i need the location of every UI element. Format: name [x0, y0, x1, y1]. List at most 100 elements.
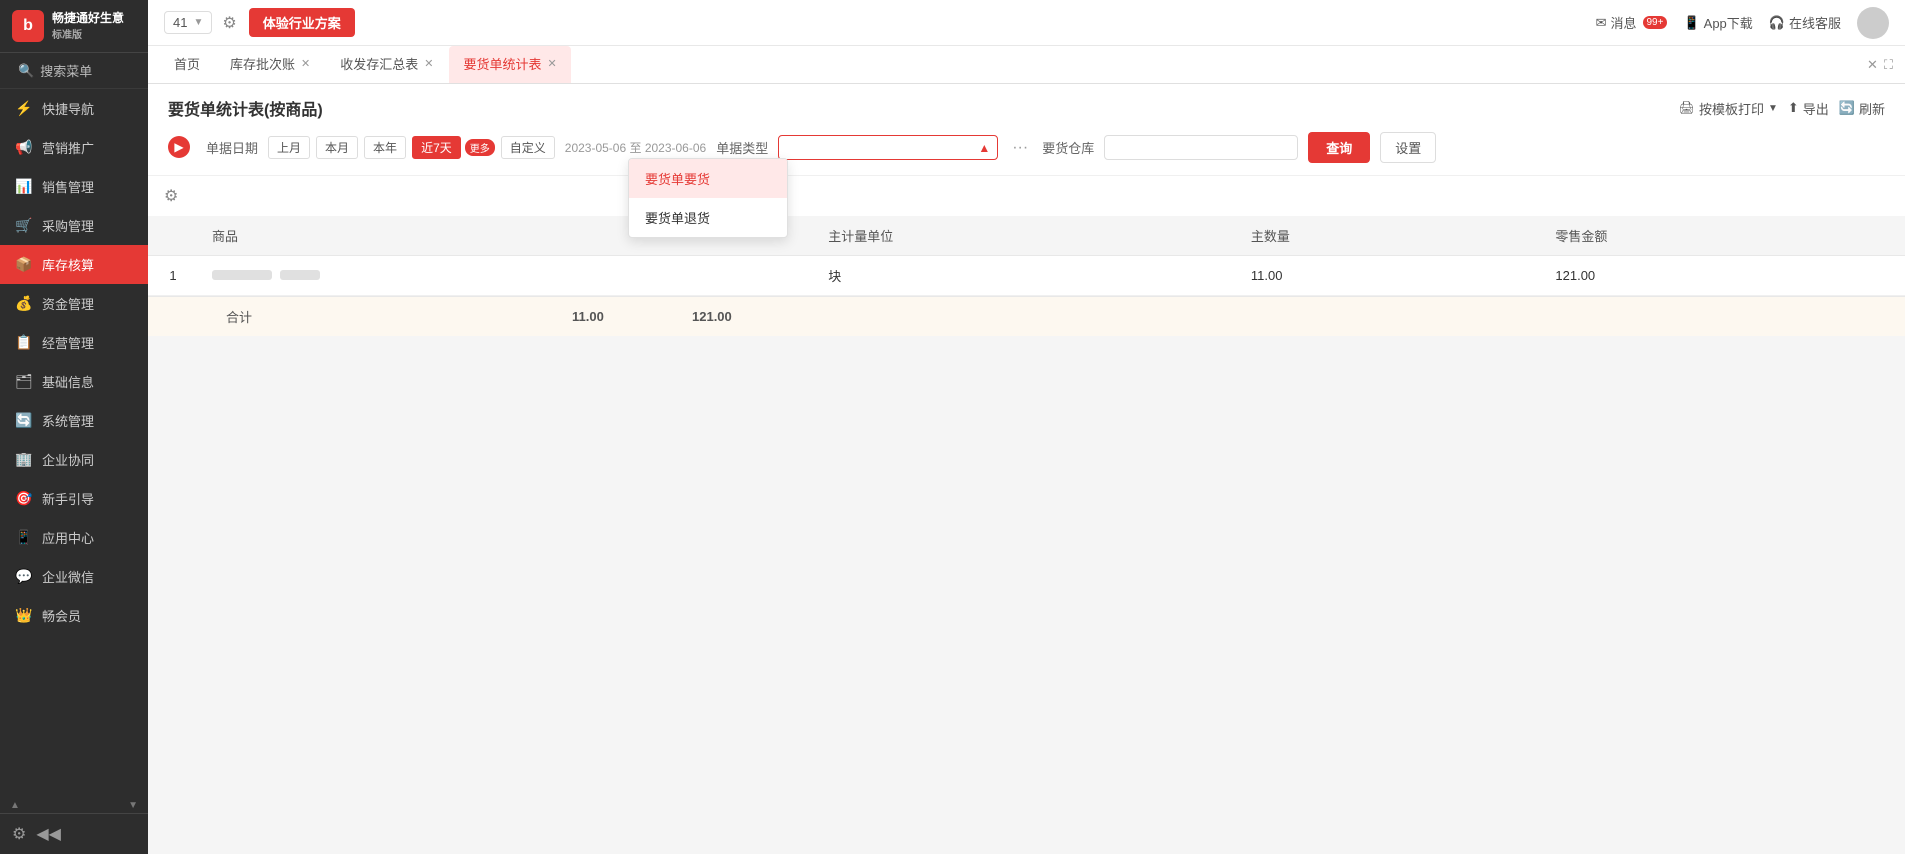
tab-home[interactable]: 首页 — [160, 46, 214, 83]
sidebar-item-enterprise[interactable]: 🏢 企业协同 — [0, 440, 148, 479]
sidebar-item-purchase[interactable]: 🛒 采购管理 — [0, 206, 148, 245]
refresh-btn[interactable]: 🔄 刷新 — [1839, 99, 1885, 118]
doc-type-input[interactable] — [778, 135, 998, 160]
enterprise-icon: 🏢 — [14, 451, 34, 468]
export-btn[interactable]: ⬆ 导出 — [1788, 99, 1829, 118]
page-actions: 🖨 按模板打印 ▼ ⬆ 导出 🔄 刷新 — [1678, 99, 1885, 118]
date-range-display: 2023-05-06 至 2023-06-06 — [565, 139, 706, 156]
sidebar-item-marketing[interactable]: 📢 营销推广 — [0, 128, 148, 167]
sidebar-item-vip[interactable]: 👑 畅会员 — [0, 596, 148, 635]
filter-toggle-btn[interactable]: ▶ — [168, 136, 190, 158]
topbar-settings-icon[interactable]: ⚙ — [222, 13, 236, 33]
finance-icon: 💰 — [14, 295, 34, 312]
sales-icon: 📊 — [14, 178, 34, 195]
data-table: 商品 主计量单位 主数量 零售金额 1 块 11.00 — [148, 216, 1905, 296]
user-avatar[interactable] — [1857, 7, 1889, 39]
sidebar-collapse-icon[interactable]: ◀◀ — [36, 824, 61, 844]
date-this-month[interactable]: 本月 — [316, 136, 358, 159]
tab-order-stats-close[interactable]: ✕ — [548, 57, 557, 70]
app-download-btn[interactable]: 📱 App下载 — [1683, 13, 1752, 32]
date-last-7-days[interactable]: 近7天 — [412, 136, 461, 159]
cell-quantity: 11.00 — [1237, 256, 1542, 296]
cell-sale-amount: 121.00 — [1541, 256, 1905, 296]
tab-home-label: 首页 — [174, 54, 200, 73]
tab-order-stats[interactable]: 要货单统计表 ✕ — [449, 46, 570, 83]
footer-sale-amount: 121.00 — [692, 309, 812, 324]
topbar: 41 ▼ ⚙ 体验行业方案 ✉ 消息 99+ 📱 App下载 🎧 在线客服 — [148, 0, 1905, 46]
settings-button[interactable]: 设置 — [1380, 132, 1436, 163]
template-print-label: 按模板打印 — [1699, 99, 1764, 118]
cell-index: 1 — [148, 256, 198, 296]
search-icon: 🔍 — [18, 63, 34, 79]
filter-area: ▶ 单据日期 上月 本月 本年 近7天 更多 自定义 2023-05-06 至 — [148, 120, 1905, 176]
tab-batch-stock[interactable]: 库存批次账 ✕ — [216, 46, 324, 83]
date-label: 单据日期 — [206, 138, 258, 157]
tab-batch-stock-label: 库存批次账 — [230, 54, 295, 73]
tab-collect-summary[interactable]: 收发存汇总表 ✕ — [326, 46, 447, 83]
messages-btn[interactable]: ✉ 消息 99+ — [1596, 13, 1668, 32]
store-name: 41 — [173, 15, 187, 30]
online-service-btn[interactable]: 🎧 在线客服 — [1769, 13, 1841, 32]
tabs-close-all-icon[interactable]: ✕ — [1867, 57, 1878, 73]
filter-more-btn[interactable]: ··· — [1008, 139, 1032, 157]
column-settings-icon[interactable]: ⚙ — [164, 186, 178, 206]
footer-quantity: 11.00 — [572, 309, 692, 324]
online-service-label: 在线客服 — [1789, 13, 1841, 32]
topbar-right: ✉ 消息 99+ 📱 App下载 🎧 在线客服 — [1596, 7, 1889, 39]
cell-unit: 块 — [814, 256, 1237, 296]
template-print-btn[interactable]: 🖨 按模板打印 ▼ — [1678, 99, 1777, 118]
col-header-sale-amount: 零售金额 — [1541, 216, 1905, 256]
table-footer: 合计 11.00 121.00 — [148, 296, 1905, 336]
dropdown-item-order-return[interactable]: 要货单退货 — [629, 198, 787, 237]
date-last-month[interactable]: 上月 — [268, 136, 310, 159]
tabs-bar: 首页 库存批次账 ✕ 收发存汇总表 ✕ 要货单统计表 ✕ ✕ ⛶ — [148, 46, 1905, 84]
sidebar-item-label: 新手引导 — [42, 489, 134, 508]
sidebar-scroll-up[interactable]: ▲ — [8, 798, 22, 813]
sidebar-scroll-down[interactable]: ▼ — [126, 798, 140, 813]
tab-collect-summary-close[interactable]: ✕ — [424, 57, 433, 70]
dropdown-item-order-goods[interactable]: 要货单要货 — [629, 159, 787, 198]
sidebar-item-label: 采购管理 — [42, 216, 134, 235]
sidebar-item-label: 快捷导航 — [42, 99, 134, 118]
sidebar-item-system[interactable]: 🔄 系统管理 — [0, 401, 148, 440]
date-custom[interactable]: 自定义 — [501, 136, 555, 159]
page-title: 要货单统计表(按商品) — [168, 96, 323, 120]
tabs-expand-icon[interactable]: ⛶ — [1884, 57, 1893, 73]
trial-button[interactable]: 体验行业方案 — [249, 8, 355, 37]
sidebar-item-label: 销售管理 — [42, 177, 134, 196]
tab-order-stats-label: 要货单统计表 — [463, 54, 541, 73]
sidebar-footer: ⚙ ◀◀ — [0, 813, 148, 854]
search-menu[interactable]: 🔍 搜索菜单 — [0, 53, 148, 89]
sidebar-item-inventory[interactable]: 📦 库存核算 — [0, 245, 148, 284]
warehouse-label: 要货仓库 — [1042, 138, 1094, 157]
vip-icon: 👑 — [14, 607, 34, 624]
warehouse-input[interactable] — [1104, 135, 1298, 160]
sidebar-item-finance[interactable]: 💰 资金管理 — [0, 284, 148, 323]
date-this-year[interactable]: 本年 — [364, 136, 406, 159]
sidebar-item-label: 营销推广 — [42, 138, 134, 157]
query-button[interactable]: 查询 — [1308, 132, 1370, 163]
guide-icon: 🎯 — [14, 490, 34, 507]
purchase-icon: 🛒 — [14, 217, 34, 234]
export-icon: ⬆ — [1788, 100, 1799, 116]
sidebar-nav: ⚡ 快捷导航 📢 营销推广 📊 销售管理 🛒 采购管理 📦 库存核算 💰 资金管… — [0, 89, 148, 798]
sidebar-item-label: 企业协同 — [42, 450, 134, 469]
sidebar-item-sales[interactable]: 📊 销售管理 — [0, 167, 148, 206]
sidebar-item-enterprise-wechat[interactable]: 💬 企业微信 — [0, 557, 148, 596]
store-selector[interactable]: 41 ▼ — [164, 11, 212, 34]
sidebar-item-guide[interactable]: 🎯 新手引导 — [0, 479, 148, 518]
sidebar-item-app-center[interactable]: 📱 应用中心 — [0, 518, 148, 557]
sidebar-item-operations[interactable]: 📋 经营管理 — [0, 323, 148, 362]
tab-batch-stock-close[interactable]: ✕ — [301, 57, 310, 70]
sidebar-item-label: 资金管理 — [42, 294, 134, 313]
footer-label: 合计 — [212, 307, 452, 326]
sidebar-item-quick-nav[interactable]: ⚡ 快捷导航 — [0, 89, 148, 128]
sidebar-item-label: 基础信息 — [42, 372, 134, 391]
sidebar-settings-icon[interactable]: ⚙ — [12, 824, 26, 844]
doc-type-dropdown: 要货单要货 要货单退货 — [628, 158, 788, 238]
filter-row: 单据日期 上月 本月 本年 近7天 更多 自定义 2023-05-06 至 20… — [206, 132, 1885, 163]
print-icon: 🖨 — [1678, 100, 1695, 116]
sidebar-item-label: 库存核算 — [42, 255, 134, 274]
sidebar-item-label: 企业微信 — [42, 567, 134, 586]
sidebar-item-basic-info[interactable]: 🗂 基础信息 — [0, 362, 148, 401]
